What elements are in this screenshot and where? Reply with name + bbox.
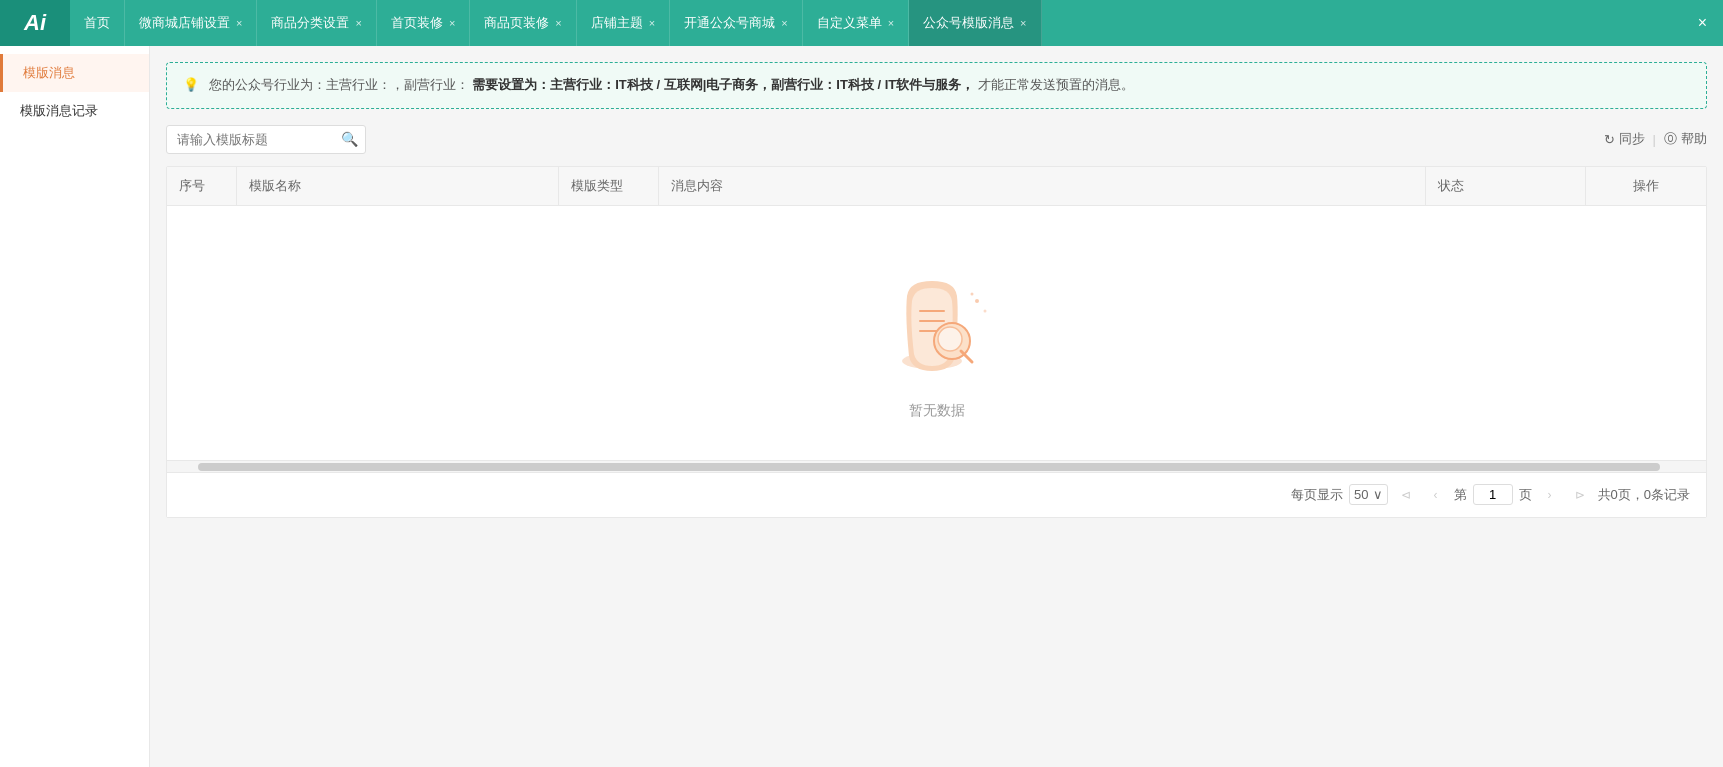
sidebar-item-template-msg[interactable]: 模版消息 <box>0 54 149 92</box>
nav-item-template-msg[interactable]: 公众号模版消息 × <box>909 0 1041 46</box>
page-size-value: 50 <box>1354 487 1368 502</box>
svg-point-8 <box>983 309 986 312</box>
svg-point-9 <box>970 292 973 295</box>
page-size-chevron-icon: ∨ <box>1373 487 1383 502</box>
page-next-button[interactable]: › <box>1538 483 1562 507</box>
close-all-tabs-button[interactable]: × <box>1682 0 1723 46</box>
th-content: 消息内容 <box>659 167 1426 205</box>
nav-label-open-mall: 开通公众号商城 <box>684 14 775 32</box>
top-nav: Ai 首页 微商城店铺设置 × 商品分类设置 × 首页装修 × 商品页装修 × … <box>0 0 1723 46</box>
horizontal-scrollbar[interactable] <box>167 460 1706 472</box>
nav-label-home: 首页 <box>84 14 110 32</box>
empty-illustration <box>877 266 997 386</box>
nav-item-custom-menu[interactable]: 自定义菜单 × <box>803 0 909 46</box>
content-area: 💡 您的公众号行业为：主营行业：，副营行业： 需要设置为：主营行业：IT科技 /… <box>150 46 1723 767</box>
svg-point-5 <box>938 327 962 351</box>
nav-item-open-mall[interactable]: 开通公众号商城 × <box>670 0 802 46</box>
nav-close-home-decor[interactable]: × <box>449 17 455 29</box>
page-size-select[interactable]: 50 ∨ <box>1349 484 1387 505</box>
notice-suffix-text: 才能正常发送预置的消息。 <box>978 77 1134 92</box>
nav-label-custom-menu: 自定义菜单 <box>817 14 882 32</box>
nav-label-home-decor: 首页装修 <box>391 14 443 32</box>
nav-label-shop-setting: 微商城店铺设置 <box>139 14 230 32</box>
pagination: 每页显示 50 ∨ ⊲ ‹ 第 1 页 › ⊳ 共0页，0条记录 <box>167 472 1706 517</box>
empty-text: 暂无数据 <box>909 402 965 420</box>
th-type: 模版类型 <box>559 167 659 205</box>
search-input-wrap: 🔍 <box>166 125 366 154</box>
help-icon: ⓪ <box>1664 130 1677 148</box>
nav-item-home-decor[interactable]: 首页装修 × <box>377 0 470 46</box>
page-prefix-label: 第 <box>1454 486 1467 504</box>
data-table: 序号 模版名称 模版类型 消息内容 状态 操作 <box>166 166 1707 518</box>
svg-point-7 <box>975 299 979 303</box>
nav-label-product-decor: 商品页装修 <box>484 14 549 32</box>
divider: | <box>1653 132 1656 147</box>
page-suffix-label: 页 <box>1519 486 1532 504</box>
page-size-label: 每页显示 <box>1291 486 1343 504</box>
scrollbar-thumb[interactable] <box>198 463 1660 471</box>
nav-item-category[interactable]: 商品分类设置 × <box>257 0 376 46</box>
sidebar-label-template-msg-record: 模版消息记录 <box>20 103 98 118</box>
help-label: 帮助 <box>1681 130 1707 148</box>
nav-label-category: 商品分类设置 <box>271 14 349 32</box>
nav-item-shop-setting[interactable]: 微商城店铺设置 × <box>125 0 257 46</box>
nav-close-category[interactable]: × <box>355 17 361 29</box>
nav-item-home[interactable]: 首页 <box>70 0 125 46</box>
empty-state: 暂无数据 <box>167 206 1706 460</box>
th-name: 模版名称 <box>237 167 559 205</box>
table-header: 序号 模版名称 模版类型 消息内容 状态 操作 <box>167 167 1706 206</box>
th-action: 操作 <box>1586 167 1706 205</box>
notice-icon: 💡 <box>183 77 199 92</box>
search-bar: 🔍 ↻ 同步 | ⓪ 帮助 <box>166 125 1707 154</box>
help-button[interactable]: ⓪ 帮助 <box>1664 130 1707 148</box>
search-input[interactable] <box>166 125 366 154</box>
page-first-button[interactable]: ⊲ <box>1394 483 1418 507</box>
sidebar-label-template-msg: 模版消息 <box>23 65 75 80</box>
search-actions: ↻ 同步 | ⓪ 帮助 <box>1604 130 1707 148</box>
nav-close-template-msg[interactable]: × <box>1020 17 1026 29</box>
nav-close-shop-setting[interactable]: × <box>236 17 242 29</box>
nav-close-open-mall[interactable]: × <box>781 17 787 29</box>
notice-box: 💡 您的公众号行业为：主营行业：，副营行业： 需要设置为：主营行业：IT科技 /… <box>166 62 1707 109</box>
sync-button[interactable]: ↻ 同步 <box>1604 130 1645 148</box>
nav-label-theme: 店铺主题 <box>591 14 643 32</box>
nav-label-template-msg: 公众号模版消息 <box>923 14 1014 32</box>
search-icon[interactable]: 🔍 <box>341 131 358 147</box>
page-last-button[interactable]: ⊳ <box>1568 483 1592 507</box>
main-layout: 模版消息 模版消息记录 💡 您的公众号行业为：主营行业：，副营行业： 需要设置为… <box>0 46 1723 767</box>
nav-item-product-decor[interactable]: 商品页装修 × <box>470 0 576 46</box>
nav-item-theme[interactable]: 店铺主题 × <box>577 0 670 46</box>
th-status: 状态 <box>1426 167 1586 205</box>
nav-close-custom-menu[interactable]: × <box>888 17 894 29</box>
notice-highlight-text: 需要设置为：主营行业：IT科技 / 互联网|电子商务，副营行业：IT科技 / I… <box>472 77 974 92</box>
pagination-summary: 共0页，0条记录 <box>1598 486 1690 504</box>
brand-logo: Ai <box>0 0 70 46</box>
nav-close-product-decor[interactable]: × <box>555 17 561 29</box>
th-seq: 序号 <box>167 167 237 205</box>
sync-icon: ↻ <box>1604 132 1615 147</box>
sidebar-item-template-msg-record[interactable]: 模版消息记录 <box>0 92 149 130</box>
sidebar: 模版消息 模版消息记录 <box>0 46 150 767</box>
sync-label: 同步 <box>1619 130 1645 148</box>
page-prev-button[interactable]: ‹ <box>1424 483 1448 507</box>
page-number-input[interactable]: 1 <box>1473 484 1513 505</box>
notice-prefix-text: 您的公众号行业为：主营行业：，副营行业： <box>209 77 469 92</box>
nav-close-theme[interactable]: × <box>649 17 655 29</box>
